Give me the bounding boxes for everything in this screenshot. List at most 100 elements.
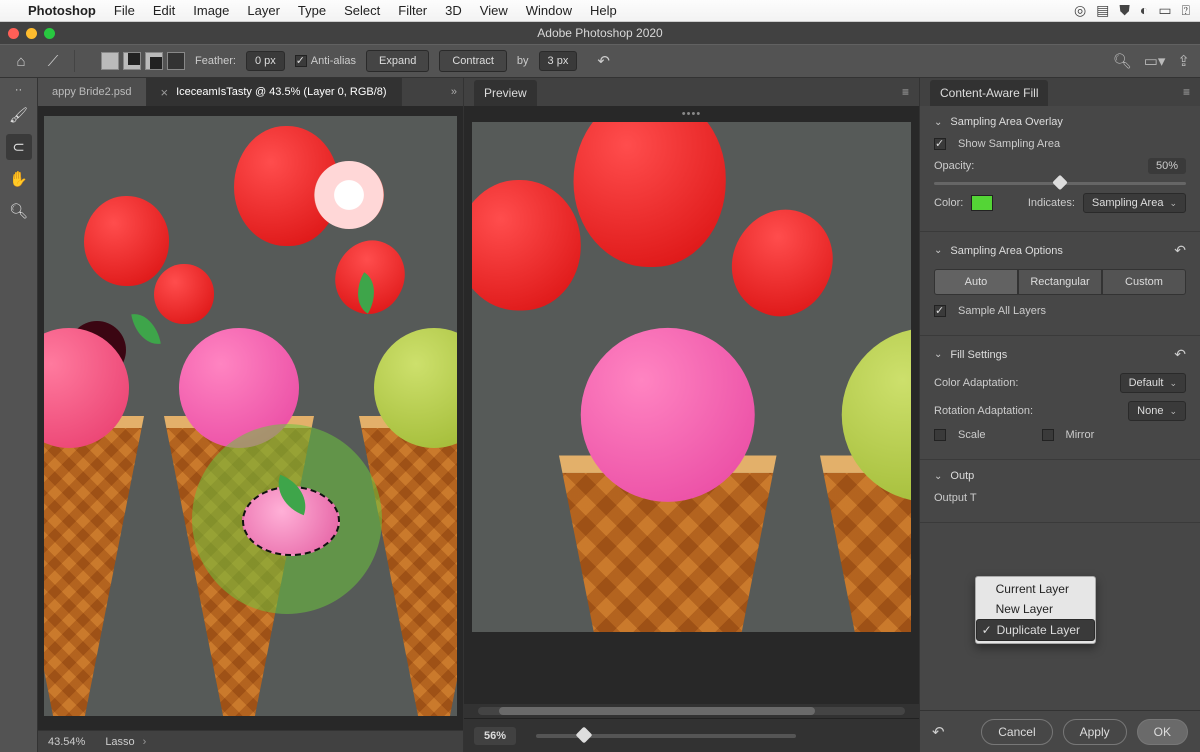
- zoom-window-button[interactable]: [44, 28, 55, 39]
- show-sampling-checkbox[interactable]: [934, 138, 950, 150]
- menu-view[interactable]: View: [480, 3, 508, 18]
- output-section: ⌄Outp Output T: [920, 460, 1200, 523]
- chevron-down-icon[interactable]: ⌄: [934, 471, 942, 482]
- menu-help[interactable]: Help: [590, 3, 617, 18]
- search-icon[interactable]: ⍰: [1182, 2, 1190, 19]
- divider: [74, 50, 75, 72]
- menu-window[interactable]: Window: [526, 3, 572, 18]
- strawberry-slice-icon: [314, 161, 384, 229]
- selection-new-icon[interactable]: [101, 52, 119, 70]
- apply-button[interactable]: Apply: [1063, 719, 1127, 745]
- menu-edit[interactable]: Edit: [153, 3, 175, 18]
- close-window-button[interactable]: [8, 28, 19, 39]
- selection-add-icon[interactable]: [123, 52, 141, 70]
- sampling-auto-button[interactable]: Auto: [934, 269, 1018, 295]
- by-input[interactable]: 3 px: [539, 51, 578, 71]
- preview-zoom-slider[interactable]: [536, 734, 796, 738]
- close-tab-icon[interactable]: ×: [161, 85, 169, 100]
- tab-active[interactable]: × IceceamIsTasty @ 43.5% (Layer 0, RGB/8…: [147, 78, 402, 106]
- rot-adapt-select[interactable]: None⌄: [1128, 401, 1186, 421]
- selection-subtract-icon[interactable]: [145, 52, 163, 70]
- menu-type[interactable]: Type: [298, 3, 326, 18]
- tool-name: Lasso: [105, 736, 134, 748]
- sampling-custom-button[interactable]: Custom: [1102, 269, 1186, 295]
- reset-all-icon[interactable]: ↶: [932, 723, 945, 741]
- menu-filter[interactable]: Filter: [398, 3, 427, 18]
- color-adapt-select[interactable]: Default⌄: [1120, 373, 1186, 393]
- chevron-down-icon[interactable]: ⌄: [934, 245, 942, 256]
- strawberry-icon: [472, 180, 581, 311]
- antialias-checkbox[interactable]: Anti-alias: [295, 55, 356, 67]
- sampling-overlay-section: ⌄Sampling Area Overlay Show Sampling Are…: [920, 106, 1200, 232]
- opacity-value[interactable]: 50%: [1148, 158, 1186, 174]
- share-icon[interactable]: ⇪: [1177, 52, 1190, 70]
- home-icon[interactable]: ⌂: [10, 50, 32, 72]
- sampling-rect-button[interactable]: Rectangular: [1018, 269, 1102, 295]
- fill-settings-section: ⌄Fill Settings↶ Color Adaptation:Default…: [920, 336, 1200, 460]
- tool-strip: ·· 🖌 ⊂ ✋ 🔍︎: [0, 78, 38, 752]
- reset-icon[interactable]: ↶: [1174, 242, 1186, 259]
- panel-menu-icon[interactable]: ≡: [1183, 85, 1190, 99]
- app-name[interactable]: Photoshop: [28, 3, 96, 18]
- shield-icon[interactable]: ⛊: [1119, 2, 1130, 19]
- zoom-value[interactable]: 43.54%: [48, 736, 85, 748]
- panel-menu-icon[interactable]: ≡: [902, 85, 909, 99]
- indicates-label: Indicates:: [1028, 197, 1075, 209]
- reset-icon[interactable]: ↶: [1174, 346, 1186, 363]
- indicates-select[interactable]: Sampling Area⌄: [1083, 193, 1186, 213]
- feather-input[interactable]: 0 px: [246, 51, 285, 71]
- document-canvas[interactable]: [38, 106, 463, 730]
- menu-select[interactable]: Select: [344, 3, 380, 18]
- lasso-tool-icon[interactable]: ⊂: [6, 134, 32, 160]
- opacity-slider[interactable]: [934, 182, 1186, 185]
- scale-checkbox[interactable]: [934, 429, 950, 441]
- battery-icon[interactable]: ▭: [1158, 2, 1171, 19]
- tab-overflow-icon[interactable]: »: [451, 86, 457, 98]
- chevron-down-icon[interactable]: ⌄: [934, 349, 942, 360]
- tab-label: appy Bride2.psd: [52, 86, 132, 98]
- menu-3d[interactable]: 3D: [445, 3, 462, 18]
- hand-tool-icon[interactable]: ✋: [6, 166, 32, 192]
- lasso-tool-icon[interactable]: ⟋: [42, 50, 64, 72]
- color-swatch[interactable]: [971, 195, 993, 211]
- options-bar: ⌂ ⟋ Feather: 0 px Anti-alias Expand Cont…: [0, 44, 1200, 78]
- brush-tool-icon[interactable]: 🖌: [6, 102, 32, 128]
- document-column: appy Bride2.psd × IceceamIsTasty @ 43.5%…: [38, 78, 464, 752]
- sampling-options-section: ⌄Sampling Area Options↶ Auto Rectangular…: [920, 232, 1200, 336]
- cancel-button[interactable]: Cancel: [981, 719, 1052, 745]
- contract-button[interactable]: Contract: [439, 50, 507, 72]
- section-title: Sampling Area Overlay: [950, 116, 1063, 128]
- panel-title: Content-Aware Fill: [930, 80, 1048, 106]
- menu-item-new-layer[interactable]: New Layer: [976, 599, 1095, 619]
- preview-canvas[interactable]: [464, 122, 919, 704]
- panel-header: Content-Aware Fill ≡: [920, 78, 1200, 106]
- preview-image: [472, 122, 911, 632]
- expand-button[interactable]: Expand: [366, 50, 429, 72]
- menu-layer[interactable]: Layer: [247, 3, 280, 18]
- cc-icon[interactable]: ◎: [1074, 2, 1086, 19]
- preview-zoom-value[interactable]: 56%: [474, 727, 516, 745]
- sample-all-checkbox[interactable]: [934, 305, 950, 317]
- search-docs-icon[interactable]: 🔍︎: [1113, 52, 1132, 70]
- tab-inactive[interactable]: appy Bride2.psd: [38, 78, 147, 106]
- preview-hscrollbar[interactable]: [464, 704, 919, 718]
- preview-zoombar: 56%: [464, 718, 919, 752]
- selection-intersect-icon[interactable]: [167, 52, 185, 70]
- minimize-window-button[interactable]: [26, 28, 37, 39]
- workspace-icon[interactable]: ▭▾: [1144, 52, 1166, 70]
- menu-file[interactable]: File: [114, 3, 135, 18]
- menu-item-duplicate-layer[interactable]: Duplicate Layer: [976, 619, 1095, 641]
- doc-icon[interactable]: ▤: [1096, 2, 1109, 19]
- reset-icon[interactable]: ↶: [597, 52, 610, 70]
- menu-item-current-layer[interactable]: Current Layer: [976, 579, 1095, 599]
- menu-image[interactable]: Image: [193, 3, 229, 18]
- selection-marquee[interactable]: [242, 486, 340, 556]
- mirror-checkbox[interactable]: [1042, 429, 1058, 441]
- panel-grip[interactable]: ••••: [464, 106, 919, 122]
- contrast-icon[interactable]: ◐: [1140, 2, 1148, 19]
- chevron-down-icon[interactable]: ⌄: [934, 117, 942, 128]
- ok-button[interactable]: OK: [1137, 719, 1188, 745]
- toolstrip-collapse-icon[interactable]: ··: [15, 84, 22, 96]
- chevron-right-icon[interactable]: ›: [143, 736, 147, 748]
- zoom-tool-icon[interactable]: 🔍︎: [6, 198, 32, 224]
